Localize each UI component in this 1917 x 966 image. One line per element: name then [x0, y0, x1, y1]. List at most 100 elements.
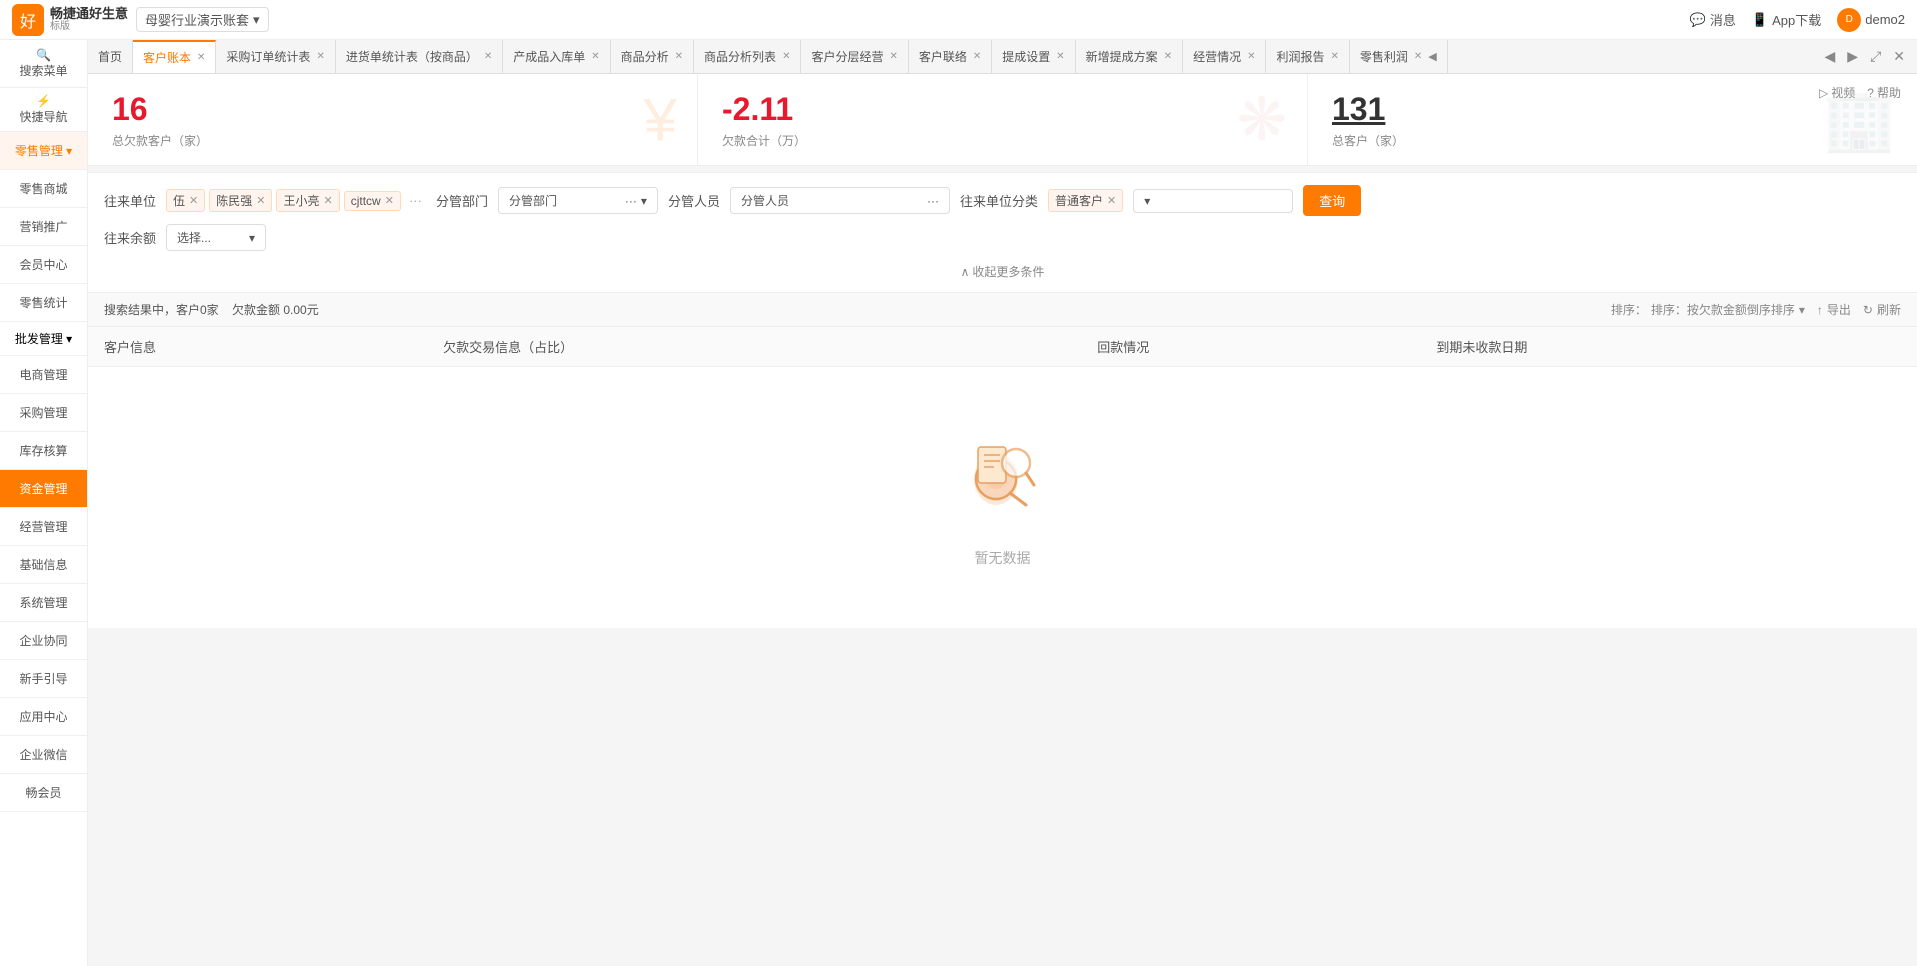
page-content: ¥ 16 总欠款客户（家） ❋ -2.11 欠款合计（万） ▷ 视频	[88, 74, 1917, 966]
tab-profit-report[interactable]: 利润报告 ✕	[1266, 40, 1349, 74]
filter-row-1: 往来单位 伍 ✕ 陈民强 ✕ 王小亮 ✕	[104, 185, 1901, 216]
tab-nav-left[interactable]: ◀	[1821, 46, 1840, 67]
tab-purchase-stat-product[interactable]: 进货单统计表（按商品） ✕	[336, 40, 503, 74]
col-debt-info: 欠款交易信息（占比）	[427, 327, 1081, 367]
tab-customer-contact[interactable]: 客户联络 ✕	[909, 40, 992, 74]
tab-close-icon[interactable]: ✕	[316, 51, 324, 62]
remove-wu-btn[interactable]: ✕	[189, 194, 198, 207]
sidebar-item-system[interactable]: 系统管理	[0, 584, 87, 622]
tab-close-all[interactable]: ✕	[1889, 46, 1909, 67]
tab-product-analysis[interactable]: 商品分析 ✕	[611, 40, 694, 74]
filter-area: 往来单位 伍 ✕ 陈民强 ✕ 王小亮 ✕	[88, 172, 1917, 292]
query-button[interactable]: 查询	[1303, 185, 1361, 216]
sidebar-item-inventory[interactable]: 库存核算	[0, 432, 87, 470]
table-header-row: 客户信息 欠款交易信息（占比） 回款情况 到期未收款日期	[88, 327, 1917, 367]
remove-chen-btn[interactable]: ✕	[256, 194, 265, 207]
remove-cjttcw-btn[interactable]: ✕	[385, 194, 394, 207]
user-avatar-btn[interactable]: D demo2	[1837, 8, 1905, 32]
stat-label-debt: 欠款合计（万）	[722, 132, 806, 149]
app-download-btn[interactable]: 📱 App下载	[1752, 10, 1821, 29]
tab-customer-contact-label: 客户联络	[919, 48, 967, 65]
sidebar-item-finance[interactable]: 资金管理	[0, 470, 87, 508]
sidebar-item-enterprise-wx[interactable]: 企业微信	[0, 736, 87, 774]
sidebar-item-retail-stat[interactable]: 零售统计	[0, 284, 87, 322]
retail-stat-label: 零售统计	[19, 296, 67, 310]
collapse-label: 收起更多条件	[972, 263, 1044, 280]
sort-select[interactable]: 排序： 排序：按欠款金额倒序排序 ▾	[1611, 301, 1805, 318]
member-label: 会员中心	[19, 258, 67, 272]
sidebar-item-batch-mgmt[interactable]: 批发管理 ▾	[0, 322, 87, 356]
sidebar-quick-nav[interactable]: ⚡ 快捷导航	[0, 88, 87, 132]
tab-close-icon[interactable]: ✕	[197, 52, 205, 63]
message-btn[interactable]: 💬 消息	[1690, 10, 1736, 29]
more-units-btn[interactable]: ···	[405, 191, 426, 210]
tab-close-icon[interactable]: ✕	[889, 51, 897, 62]
tab-new-plan[interactable]: 新增提成方案 ✕	[1076, 40, 1183, 74]
export-btn[interactable]: ↑ 导出	[1817, 301, 1851, 318]
tab-ops-status[interactable]: 经营情况 ✕	[1183, 40, 1266, 74]
person-more-icon: ···	[927, 194, 939, 208]
app-center-label: 应用中心	[19, 710, 67, 724]
balance-select[interactable]: 选择... ▾	[166, 224, 266, 251]
tab-nav-right[interactable]: ▶	[1843, 46, 1862, 67]
tab-close-icon[interactable]: ✕	[1164, 51, 1172, 62]
sidebar-item-enterprise[interactable]: 企业协同	[0, 622, 87, 660]
avatar: D	[1837, 8, 1861, 32]
inventory-label: 库存核算	[19, 444, 67, 458]
tab-home-label: 首页	[98, 48, 122, 65]
tab-purchase-order-stat[interactable]: 采购订单统计表 ✕	[216, 40, 335, 74]
sort-label: 排序：	[1611, 301, 1647, 318]
sidebar-item-basic[interactable]: 基础信息	[0, 546, 87, 584]
filter-tag-cjttcw: cjttcw ✕	[344, 191, 401, 211]
search-icon: 🔍	[36, 48, 51, 62]
tab-close-icon[interactable]: ✕	[1331, 51, 1339, 62]
tab-maximize[interactable]: ⤢	[1866, 46, 1885, 67]
tab-close-icon[interactable]: ✕	[675, 51, 683, 62]
refresh-btn[interactable]: ↻ 刷新	[1863, 301, 1901, 318]
unit-type-select[interactable]: ▾	[1133, 189, 1293, 213]
tab-product-inbound[interactable]: 产成品入库单 ✕	[503, 40, 610, 74]
content-area: 首页 客户账本 ✕ 采购订单统计表 ✕ 进货单统计表（按商品） ✕ 产成品入库单…	[88, 40, 1917, 966]
sidebar-item-retail-mgmt[interactable]: 零售管理 ▾	[0, 132, 87, 170]
enterprise-label: 企业协同	[19, 634, 67, 648]
collapse-btn[interactable]: ∧ 收起更多条件	[961, 263, 1045, 280]
sidebar-item-app-center[interactable]: 应用中心	[0, 698, 87, 736]
tab-product-inbound-label: 产成品入库单	[513, 48, 585, 65]
tab-customer-segment[interactable]: 客户分层经营 ✕	[801, 40, 908, 74]
tab-close-icon[interactable]: ✕	[782, 51, 790, 62]
empty-text: 暂无数据	[975, 548, 1031, 568]
export-label: 导出	[1827, 301, 1851, 318]
sidebar-item-ops[interactable]: 经营管理	[0, 508, 87, 546]
tab-purchase-order-stat-label: 采购订单统计表	[226, 48, 310, 65]
tab-customer-account[interactable]: 客户账本 ✕	[133, 40, 216, 74]
tab-prompt-settings[interactable]: 提成设置 ✕	[992, 40, 1075, 74]
tab-retail-profit[interactable]: 零售利润 ✕ ◀	[1350, 40, 1448, 74]
sidebar-item-marketing[interactable]: 营销推广	[0, 208, 87, 246]
sidebar-item-member[interactable]: 会员中心	[0, 246, 87, 284]
tab-product-analysis-list[interactable]: 商品分析列表 ✕	[694, 40, 801, 74]
tab-home[interactable]: 首页	[88, 40, 133, 74]
sidebar-item-vip[interactable]: 畅会员	[0, 774, 87, 812]
logo-subtext: 标版	[50, 21, 128, 32]
chevron-icon: ▾	[1144, 194, 1150, 208]
tab-close-icon[interactable]: ✕	[591, 51, 599, 62]
dept-select[interactable]: 分管部门 ··· ▾	[498, 187, 658, 214]
person-select[interactable]: 分管人员 ···	[730, 187, 950, 214]
store-selector[interactable]: 母婴行业演示账套 ▾	[136, 7, 269, 32]
tab-close-icon[interactable]: ✕	[1247, 51, 1255, 62]
sidebar-item-retail-shop[interactable]: 零售商城	[0, 170, 87, 208]
tab-close-icon[interactable]: ✕	[484, 51, 492, 62]
sidebar-item-new-guide[interactable]: 新手引导	[0, 660, 87, 698]
stat-label-customers: 总欠款客户（家）	[112, 132, 208, 149]
tab-close-icon[interactable]: ✕	[1056, 51, 1064, 62]
sidebar-item-purchase[interactable]: 采购管理	[0, 394, 87, 432]
sidebar-item-ecommerce[interactable]: 电商管理	[0, 356, 87, 394]
remove-wang-btn[interactable]: ✕	[324, 194, 333, 207]
col-customer-info: 客户信息	[88, 327, 427, 367]
finance-label: 资金管理	[19, 482, 67, 496]
sidebar-search[interactable]: 🔍 搜索菜单	[0, 40, 87, 88]
remove-normal-customer-btn[interactable]: ✕	[1107, 194, 1116, 207]
tab-close-icon[interactable]: ✕	[1414, 51, 1422, 62]
purchase-label: 采购管理	[19, 406, 67, 420]
tab-close-icon[interactable]: ✕	[973, 51, 981, 62]
